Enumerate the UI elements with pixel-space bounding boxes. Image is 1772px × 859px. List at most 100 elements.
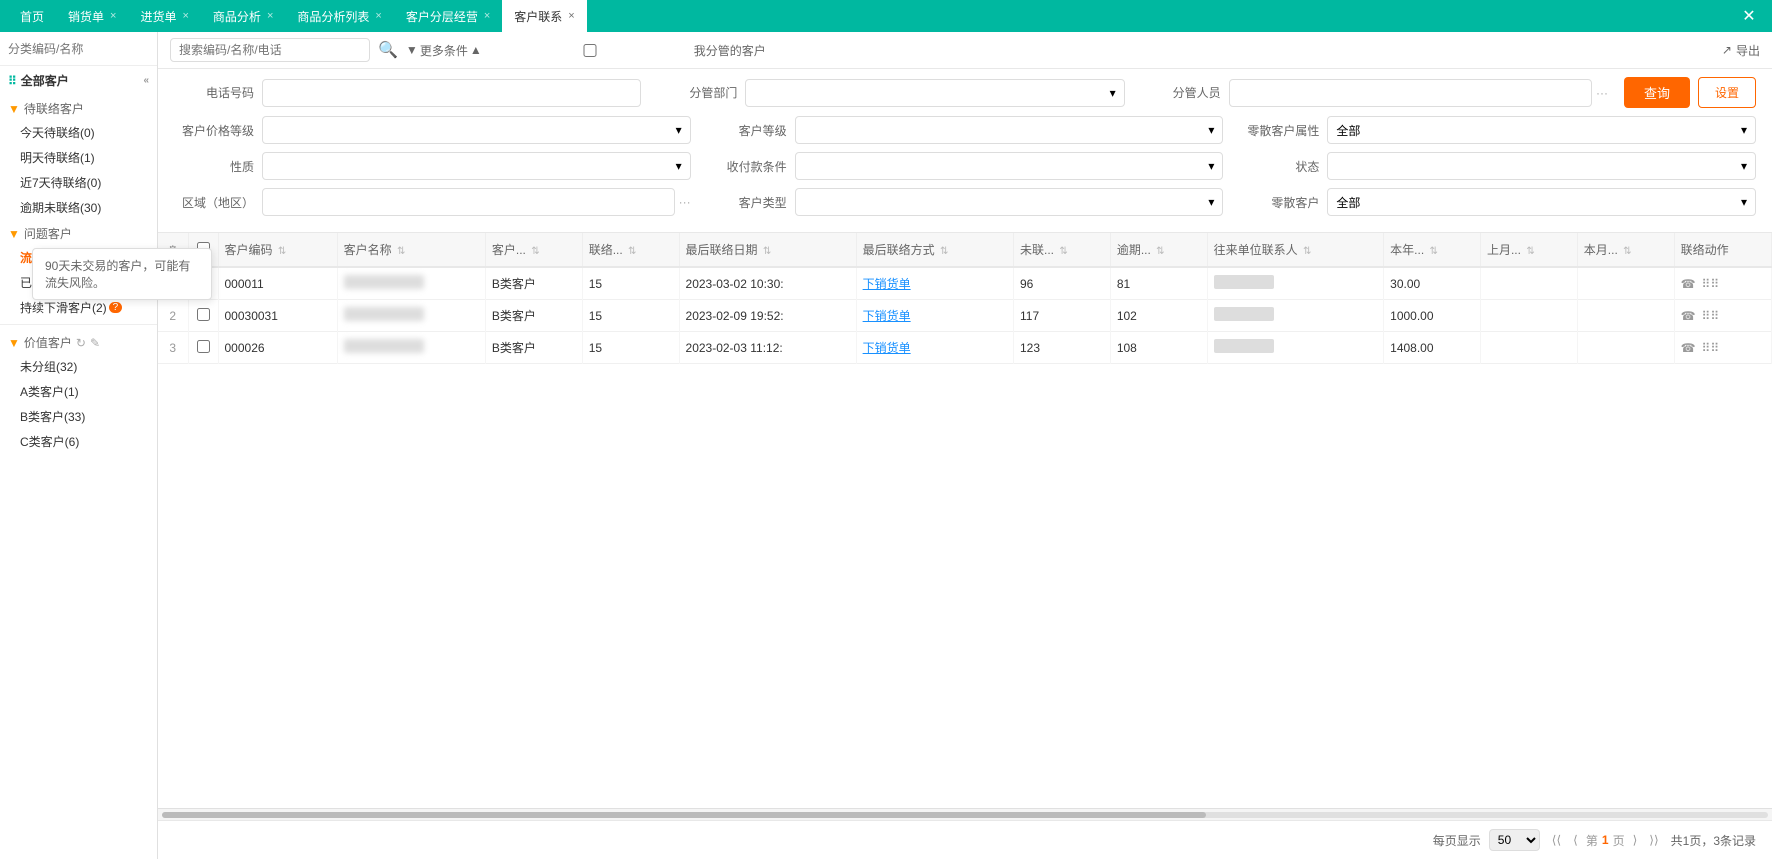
edit-icon[interactable]: ✎ (90, 336, 100, 350)
sidebar-group-value[interactable]: ▼ 价值客户 ↻ ✎ (0, 329, 157, 354)
arrow-down-icon3: ▼ (8, 336, 20, 350)
sidebar-item-ungrouped[interactable]: 未分组(32) (0, 354, 157, 379)
action-icon-more-0[interactable]: ⠿⠿ (1702, 277, 1720, 291)
customer-level-label: 客户等级 (707, 122, 787, 139)
sidebar-item-class-c[interactable]: C类客户(6) (0, 429, 157, 454)
sort-icon-unlinking[interactable]: ⇅ (1059, 246, 1067, 257)
sort-icon-this-year[interactable]: ⇅ (1430, 246, 1438, 257)
tab-sales-order[interactable]: 销货单 × (56, 0, 128, 32)
person-ellipsis-btn[interactable]: ··· (1596, 86, 1608, 100)
sidebar-item-class-b[interactable]: B类客户(33) (0, 404, 157, 429)
sidebar-item-week-pending[interactable]: 近7天待联络(0) (0, 170, 157, 195)
last-method-link-2[interactable]: 下销货单 (863, 341, 911, 355)
customer-table: ⚙ 客户编码 ⇅ 客户名称 ⇅ 客户... ⇅ 联络... ⇅ 最后联络日期 ⇅… (158, 233, 1772, 364)
sidebar-search-input[interactable] (8, 42, 158, 56)
my-customers-checkbox[interactable] (490, 44, 690, 57)
action-icon-phone-2[interactable]: ☎ (1681, 341, 1696, 355)
tab-product-analysis[interactable]: 商品分析 × (201, 0, 285, 32)
retail-customer-select[interactable]: 全部 ▾ (1327, 188, 1756, 216)
sidebar: 🔍 ⠿ 全部客户 « ▼ 待联络客户 今天待联络(0) 明天待联络(1) 近7天… (0, 32, 158, 859)
sort-icon-date[interactable]: ⇅ (763, 246, 771, 257)
search-input[interactable] (170, 38, 370, 62)
refresh-icon[interactable]: ↻ (76, 336, 86, 350)
tab-product-analysis-list[interactable]: 商品分析列表 × (285, 0, 393, 32)
current-page: 1 (1602, 833, 1609, 847)
arrow-down-icon2: ▼ (8, 227, 20, 241)
person-label: 分管人员 (1141, 84, 1221, 101)
customer-level-select[interactable]: ▾ (795, 116, 1224, 144)
phone-input[interactable] (262, 79, 641, 107)
first-page-btn[interactable]: ⟨⟨ (1548, 831, 1565, 849)
close-tab-customer-tier[interactable]: × (484, 10, 490, 22)
sidebar-root-header[interactable]: ⠿ 全部客户 « (0, 66, 157, 95)
region-select[interactable] (262, 188, 675, 216)
sidebar-item-tomorrow-pending[interactable]: 明天待联络(1) (0, 145, 157, 170)
region-ellipsis-btn[interactable]: ··· (679, 195, 691, 209)
person-select[interactable] (1229, 79, 1592, 107)
sidebar-item-class-a[interactable]: A类客户(1) (0, 379, 157, 404)
row-checkbox-2[interactable] (197, 340, 210, 353)
col-this-month: 本月... ⇅ (1577, 233, 1674, 267)
row-name (337, 332, 485, 364)
payment-label: 收付款条件 (707, 158, 787, 175)
close-tab-customer-contact[interactable]: × (568, 10, 574, 22)
gender-select[interactable]: ▾ (262, 152, 691, 180)
sort-icon-this-month[interactable]: ⇅ (1623, 246, 1631, 257)
close-tab-sales[interactable]: × (110, 10, 116, 22)
export-button[interactable]: ↗ 导出 (1722, 42, 1760, 59)
tab-customer-tier[interactable]: 客户分层经营 × (394, 0, 502, 32)
last-method-link-0[interactable]: 下销货单 (863, 277, 911, 291)
sort-icon-method[interactable]: ⇅ (940, 246, 948, 257)
more-conditions-btn[interactable]: ▼ 更多条件 ▲ (406, 42, 482, 59)
horizontal-scrollbar[interactable] (158, 808, 1772, 820)
last-method-link-1[interactable]: 下销货单 (863, 309, 911, 323)
payment-select[interactable]: ▾ (795, 152, 1224, 180)
action-icon-phone-1[interactable]: ☎ (1681, 309, 1696, 323)
retail-attr-select[interactable]: 全部 ▾ (1327, 116, 1756, 144)
row-actions: ☎ ⠿⠿ (1674, 267, 1771, 300)
close-tab-product-list[interactable]: × (375, 10, 381, 22)
filter-phone: 电话号码 (174, 79, 641, 107)
sidebar-item-overdue-pending[interactable]: 逾期未联络(30) (0, 195, 157, 220)
per-page-select[interactable]: 50 100 200 (1489, 829, 1540, 851)
row-unlinking: 123 (1014, 332, 1111, 364)
tab-purchase-order[interactable]: 进货单 × (128, 0, 200, 32)
row-last-month (1480, 300, 1577, 332)
sort-icon-name[interactable]: ⇅ (397, 246, 405, 257)
action-icon-more-1[interactable]: ⠿⠿ (1702, 309, 1720, 323)
sort-icon-code[interactable]: ⇅ (278, 246, 286, 257)
sort-icon-contact-person[interactable]: ⇅ (1303, 246, 1311, 257)
close-tab-purchase[interactable]: × (182, 10, 188, 22)
grid-icon: ⠿ (8, 74, 17, 88)
filter-customer-level: 客户等级 ▾ (707, 116, 1224, 144)
sort-icon-contact[interactable]: ⇅ (628, 246, 636, 257)
scroll-track (162, 812, 1768, 818)
row-checkbox-1[interactable] (197, 308, 210, 321)
customer-type-select[interactable]: ▾ (795, 188, 1224, 216)
sort-icon-type[interactable]: ⇅ (531, 246, 539, 257)
next-page-btn[interactable]: ⟩ (1629, 831, 1642, 849)
dept-select[interactable]: ▾ (745, 79, 1124, 107)
sort-icon-overdue[interactable]: ⇅ (1156, 246, 1164, 257)
last-page-btn[interactable]: ⟩⟩ (1645, 831, 1662, 849)
window-close-btn[interactable]: ✕ (1734, 1, 1764, 31)
filter-status: 状态 ▾ (1239, 152, 1756, 180)
row-last-date: 2023-02-03 11:12: (679, 332, 856, 364)
action-icon-phone-0[interactable]: ☎ (1681, 277, 1696, 291)
close-tab-product-analysis[interactable]: × (267, 10, 273, 22)
filter-price-level: 客户价格等级 ▾ (174, 116, 691, 144)
tab-customer-contact[interactable]: 客户联系 × (502, 0, 586, 32)
sort-icon-last-month[interactable]: ⇅ (1526, 246, 1534, 257)
sidebar-item-today-pending[interactable]: 今天待联络(0) (0, 120, 157, 145)
action-icon-more-2[interactable]: ⠿⠿ (1702, 341, 1720, 355)
problem-customer-tooltip: 90天未交易的客户，可能有流失风险。 (32, 248, 158, 300)
status-select[interactable]: ▾ (1327, 152, 1756, 180)
price-level-select[interactable]: ▾ (262, 116, 691, 144)
sidebar-group-problem[interactable]: ▼ 问题客户 (0, 220, 157, 245)
search-button[interactable]: 🔍 (378, 40, 398, 60)
tab-home[interactable]: 首页 (8, 0, 56, 32)
settings-button[interactable]: 设置 (1698, 77, 1756, 108)
prev-page-btn[interactable]: ⟨ (1569, 831, 1582, 849)
sidebar-group-pending[interactable]: ▼ 待联络客户 (0, 95, 157, 120)
query-button[interactable]: 查询 (1624, 77, 1690, 108)
